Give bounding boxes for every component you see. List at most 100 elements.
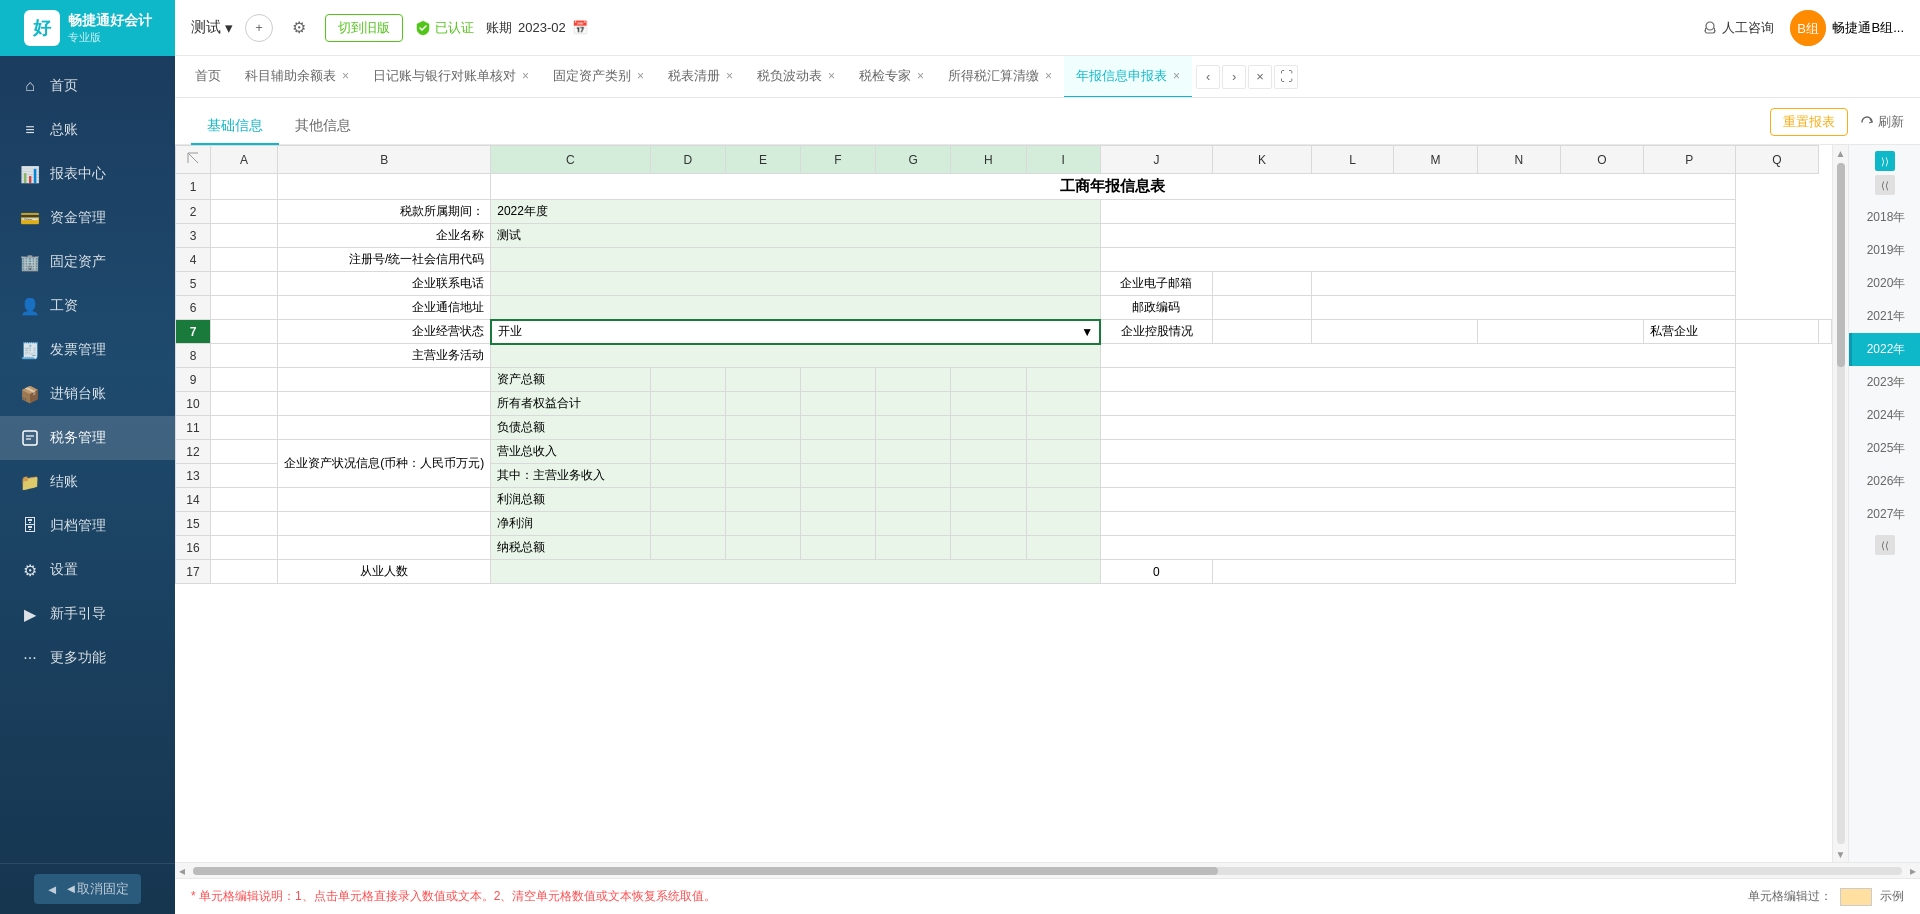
cell-16A[interactable] <box>211 536 278 560</box>
cell-13A[interactable] <box>211 464 278 488</box>
tab-subject-balance[interactable]: 科目辅助余额表 × <box>233 56 361 98</box>
cell-2A[interactable] <box>211 200 278 224</box>
cell-17A[interactable] <box>211 560 278 584</box>
col-header-F[interactable]: F <box>800 146 875 174</box>
col-header-O[interactable]: O <box>1560 146 1643 174</box>
cell-6K[interactable] <box>1213 296 1312 320</box>
cell-10I[interactable] <box>1026 392 1100 416</box>
col-header-N[interactable]: N <box>1477 146 1560 174</box>
sidebar-item-funds[interactable]: 💳 资金管理 <box>0 196 175 240</box>
workspace-dropdown[interactable]: 测试 ▾ <box>191 18 233 37</box>
cell-2J[interactable] <box>1100 200 1735 224</box>
col-header-H[interactable]: H <box>951 146 1026 174</box>
sidebar-item-invoice[interactable]: 🧾 发票管理 <box>0 328 175 372</box>
scroll-thumb[interactable] <box>1837 163 1845 367</box>
cell-14E[interactable] <box>725 488 800 512</box>
tab-close-current[interactable]: × <box>1248 65 1272 89</box>
cell-17K[interactable] <box>1213 560 1735 584</box>
cell-11D[interactable] <box>650 416 725 440</box>
cell-17C[interactable] <box>491 560 1100 584</box>
scroll-down-button[interactable]: ▼ <box>1833 846 1849 862</box>
cell-5J[interactable]: 企业电子邮箱 <box>1100 272 1213 296</box>
tab-tax-list-close[interactable]: × <box>726 69 733 83</box>
cell-13J[interactable] <box>1100 464 1735 488</box>
cell-10H[interactable] <box>951 392 1026 416</box>
cell-14A[interactable] <box>211 488 278 512</box>
cell-7N[interactable] <box>1477 320 1643 344</box>
cell-11I[interactable] <box>1026 416 1100 440</box>
cell-12A[interactable] <box>211 440 278 464</box>
sidebar-item-ledger[interactable]: ≡ 总账 <box>0 108 175 152</box>
cell-9B[interactable] <box>278 368 491 392</box>
cell-1B[interactable] <box>278 174 491 200</box>
cell-11B[interactable] <box>278 416 491 440</box>
cell-7Q[interactable] <box>1819 320 1832 344</box>
cell-5B[interactable]: 企业联系电话 <box>278 272 491 296</box>
cell-16C[interactable]: 纳税总额 <box>491 536 650 560</box>
tab-income-tax-close[interactable]: × <box>1045 69 1052 83</box>
cell-11F[interactable] <box>800 416 875 440</box>
tab-home[interactable]: 首页 <box>183 56 233 98</box>
cell-12J[interactable] <box>1100 440 1735 464</box>
cell-14C[interactable]: 利润总额 <box>491 488 650 512</box>
cell-4B[interactable]: 注册号/统一社会信用代码 <box>278 248 491 272</box>
vertical-scrollbar[interactable]: ▲ ▼ <box>1832 145 1848 862</box>
tab-tax-inspection[interactable]: 税检专家 × <box>847 56 936 98</box>
year-item-2023[interactable]: 2023年 <box>1849 366 1920 399</box>
cell-16D[interactable] <box>650 536 725 560</box>
col-header-P[interactable]: P <box>1644 146 1736 174</box>
tab-tax-fluctuation[interactable]: 税负波动表 × <box>745 56 847 98</box>
workspace-settings-button[interactable]: ⚙ <box>285 14 313 42</box>
cell-4A[interactable] <box>211 248 278 272</box>
user-profile[interactable]: B组 畅捷通B组... <box>1790 10 1904 46</box>
tab-tax-list[interactable]: 税表清册 × <box>656 56 745 98</box>
cell-9E[interactable] <box>725 368 800 392</box>
refresh-button[interactable]: 刷新 <box>1860 113 1904 131</box>
cell-15E[interactable] <box>725 512 800 536</box>
cell-16J[interactable] <box>1100 536 1735 560</box>
cell-7P[interactable] <box>1735 320 1818 344</box>
sidebar-item-assets[interactable]: 🏢 固定资产 <box>0 240 175 284</box>
cell-7O[interactable]: 私营企业 <box>1644 320 1736 344</box>
year-item-2026[interactable]: 2026年 <box>1849 465 1920 498</box>
col-header-I[interactable]: I <box>1026 146 1100 174</box>
cell-10G[interactable] <box>875 392 950 416</box>
sidebar-item-home[interactable]: ⌂ 首页 <box>0 64 175 108</box>
cell-15A[interactable] <box>211 512 278 536</box>
cell-6J[interactable]: 邮政编码 <box>1100 296 1213 320</box>
tab-journal-bank[interactable]: 日记账与银行对账单核对 × <box>361 56 541 98</box>
cell-7A[interactable] <box>211 320 278 344</box>
year-item-2020[interactable]: 2020年 <box>1849 267 1920 300</box>
cell-14I[interactable] <box>1026 488 1100 512</box>
cell-5C[interactable] <box>491 272 1100 296</box>
sub-tab-basic[interactable]: 基础信息 <box>191 109 279 145</box>
cell-12E[interactable] <box>725 440 800 464</box>
col-header-K[interactable]: K <box>1213 146 1312 174</box>
cell-12C[interactable]: 营业总收入 <box>491 440 650 464</box>
tab-nav-next[interactable]: › <box>1222 65 1246 89</box>
sidebar-item-salary[interactable]: 👤 工资 <box>0 284 175 328</box>
cell-10B[interactable] <box>278 392 491 416</box>
cell-9I[interactable] <box>1026 368 1100 392</box>
cell-12G[interactable] <box>875 440 950 464</box>
cell-13F[interactable] <box>800 464 875 488</box>
cell-10E[interactable] <box>725 392 800 416</box>
col-header-Q[interactable]: Q <box>1735 146 1818 174</box>
cell-8J[interactable] <box>1100 344 1735 368</box>
cell-7B[interactable]: 企业经营状态 <box>278 320 491 344</box>
cell-6A[interactable] <box>211 296 278 320</box>
cell-16B[interactable] <box>278 536 491 560</box>
tab-nav-prev[interactable]: ‹ <box>1196 65 1220 89</box>
cell-1A[interactable] <box>211 174 278 200</box>
tab-annual-report[interactable]: 年报信息申报表 × <box>1064 56 1192 98</box>
panel-scroll-down[interactable]: ⟨⟨ <box>1875 535 1895 555</box>
cell-3C[interactable]: 测试 <box>491 224 1100 248</box>
cell-16I[interactable] <box>1026 536 1100 560</box>
cell-15F[interactable] <box>800 512 875 536</box>
cell-1-title[interactable]: 工商年报信息表 <box>491 174 1735 200</box>
cell-14B[interactable] <box>278 488 491 512</box>
col-header-A[interactable]: A <box>211 146 278 174</box>
customer-service-button[interactable]: 人工咨询 <box>1702 19 1774 37</box>
cell-12D[interactable] <box>650 440 725 464</box>
cell-3J[interactable] <box>1100 224 1735 248</box>
